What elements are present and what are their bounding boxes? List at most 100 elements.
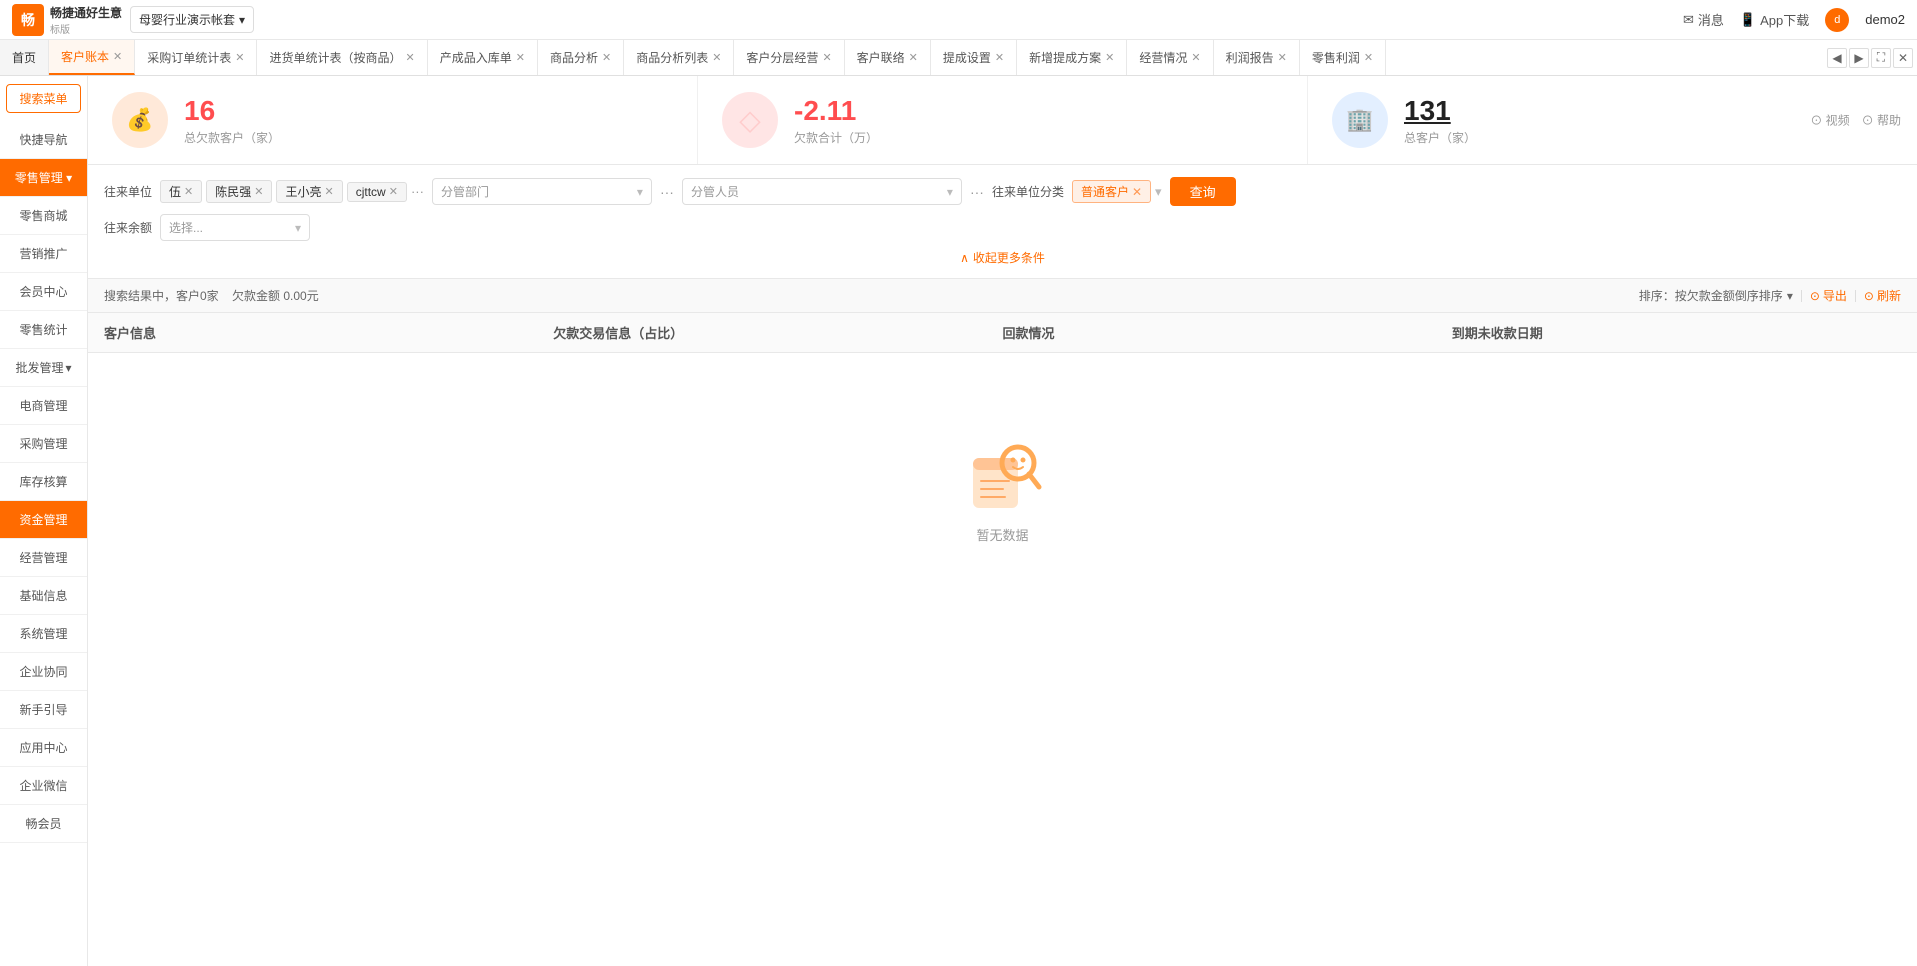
filter-unit-type-arrow[interactable]: ▾ bbox=[1155, 184, 1162, 200]
tab-commission-settings[interactable]: 提成设置 ✕ bbox=[931, 40, 1017, 75]
sidebar-item-marketing[interactable]: 营销推广 bbox=[0, 235, 87, 273]
sidebar-search-button[interactable]: 搜索菜单 bbox=[6, 84, 81, 113]
tab-goods-analysis-list-close[interactable]: ✕ bbox=[712, 51, 721, 64]
tab-close-all-button[interactable]: ✕ bbox=[1893, 48, 1913, 68]
filter-person-dropdown[interactable]: 分管人员 ▾ bbox=[682, 178, 962, 205]
help-link[interactable]: ⊙ 帮助 bbox=[1862, 112, 1901, 129]
filter-tag-cjttcw-close[interactable]: ✕ bbox=[389, 185, 398, 198]
tab-commission-settings-close[interactable]: ✕ bbox=[995, 51, 1004, 64]
sidebar-item-vip[interactable]: 畅会员 bbox=[0, 805, 87, 843]
tab-scroll-right-button[interactable]: ▶ bbox=[1849, 48, 1869, 68]
sidebar-item-retail-management[interactable]: 零售管理 ▾ bbox=[0, 159, 87, 197]
sidebar-item-basic-info[interactable]: 基础信息 bbox=[0, 577, 87, 615]
filter-person-dots[interactable]: ··· bbox=[970, 184, 984, 200]
query-button[interactable]: 查询 bbox=[1170, 177, 1236, 206]
sort-selector[interactable]: 排序：按欠款金额倒序排序 ▾ bbox=[1639, 287, 1793, 304]
tab-customer-tier[interactable]: 客户分层经营 ✕ bbox=[734, 40, 844, 75]
sidebar-item-marketing-label: 营销推广 bbox=[19, 247, 67, 261]
sidebar-item-purchase[interactable]: 采购管理 bbox=[0, 425, 87, 463]
tab-operations[interactable]: 经营情况 ✕ bbox=[1127, 40, 1213, 75]
tab-home[interactable]: 首页 bbox=[0, 40, 49, 75]
filter-tag-wu-close[interactable]: ✕ bbox=[184, 185, 193, 198]
filter-dept-dots[interactable]: ··· bbox=[660, 184, 674, 200]
filter-tag-chen-close[interactable]: ✕ bbox=[254, 185, 263, 198]
export-button[interactable]: ⊙ 导出 bbox=[1810, 287, 1847, 304]
tab-customer-ledger[interactable]: 客户账本 ✕ bbox=[49, 40, 135, 75]
results-customers-text: 搜索结果中，客户0家 bbox=[104, 289, 219, 303]
tab-customer-contact[interactable]: 客户联络 ✕ bbox=[845, 40, 931, 75]
tab-goods-analysis[interactable]: 商品分析 ✕ bbox=[538, 40, 624, 75]
message-icon: ✉ bbox=[1683, 12, 1694, 28]
tab-product-instock-close[interactable]: ✕ bbox=[516, 51, 525, 64]
filter-tag-wang: 王小亮 ✕ bbox=[276, 180, 342, 203]
tab-goods-stats[interactable]: 进货单统计表（按商品） ✕ bbox=[257, 40, 427, 75]
sidebar-item-newbie[interactable]: 新手引导 bbox=[0, 691, 87, 729]
filter-balance-placeholder: 选择... bbox=[169, 219, 203, 236]
sidebar-item-member[interactable]: 会员中心 bbox=[0, 273, 87, 311]
tab-commission-settings-label: 提成设置 bbox=[943, 49, 991, 66]
sidebar-item-quick-nav[interactable]: 快捷导航 bbox=[0, 121, 87, 159]
message-button[interactable]: ✉ 消息 bbox=[1683, 10, 1724, 29]
sidebar-item-ecommerce-label: 电商管理 bbox=[19, 399, 67, 413]
logo-area: 畅 畅捷通好生意 标版 bbox=[12, 4, 122, 36]
sidebar-item-inventory[interactable]: 库存核算 bbox=[0, 463, 87, 501]
tab-customer-contact-label: 客户联络 bbox=[857, 49, 905, 66]
tab-new-commission-close[interactable]: ✕ bbox=[1105, 51, 1114, 64]
store-selector[interactable]: 母婴行业演示帐套 ▾ bbox=[130, 6, 254, 33]
tab-maximize-button[interactable]: ⛶ bbox=[1871, 48, 1891, 68]
sidebar-item-enterprise-wechat[interactable]: 企业微信 bbox=[0, 767, 87, 805]
tab-customer-contact-close[interactable]: ✕ bbox=[909, 51, 918, 64]
tab-customer-ledger-close[interactable]: ✕ bbox=[113, 50, 122, 63]
col-header-customer: 客户信息 bbox=[104, 323, 553, 342]
username[interactable]: demo2 bbox=[1865, 12, 1905, 27]
filter-balance-arrow: ▾ bbox=[295, 221, 301, 235]
filter-tag-common-customer-close[interactable]: ✕ bbox=[1132, 185, 1142, 199]
sidebar-item-app-center[interactable]: 应用中心 bbox=[0, 729, 87, 767]
sidebar-item-operations-mgmt-label: 经营管理 bbox=[19, 551, 67, 565]
sidebar-item-enterprise-collab[interactable]: 企业协同 bbox=[0, 653, 87, 691]
sidebar-item-wholesale[interactable]: 批发管理 ▾ bbox=[0, 349, 87, 387]
stat-icon-total-area: 🏢 bbox=[1332, 92, 1388, 148]
collapse-button[interactable]: ∧ 收起更多条件 bbox=[960, 249, 1045, 266]
filter-tag-wu-label: 伍 bbox=[169, 183, 181, 200]
tab-retail-profit[interactable]: 零售利润 ✕ bbox=[1300, 40, 1386, 75]
tab-new-commission[interactable]: 新增提成方案 ✕ bbox=[1017, 40, 1127, 75]
stat-icon-debt: ◇ bbox=[739, 104, 761, 137]
tab-retail-profit-close[interactable]: ✕ bbox=[1364, 51, 1373, 64]
app-download-button[interactable]: 📱 App下载 bbox=[1740, 10, 1809, 29]
tab-profit-report[interactable]: 利润报告 ✕ bbox=[1214, 40, 1300, 75]
sidebar-item-ecommerce[interactable]: 电商管理 bbox=[0, 387, 87, 425]
sidebar-item-retail-management-label: 零售管理 bbox=[15, 171, 63, 185]
tab-purchase-order[interactable]: 采购订单统计表 ✕ bbox=[135, 40, 257, 75]
filter-tag-wang-close[interactable]: ✕ bbox=[325, 185, 334, 198]
app-icon: 📱 bbox=[1740, 12, 1756, 28]
sidebar-item-retail-mall[interactable]: 零售商城 bbox=[0, 197, 87, 235]
sidebar-item-finance[interactable]: 资金管理 bbox=[0, 501, 87, 539]
tab-purchase-order-close[interactable]: ✕ bbox=[235, 51, 244, 64]
refresh-button[interactable]: ⊙ 刷新 bbox=[1864, 287, 1901, 304]
sidebar-item-operations-mgmt[interactable]: 经营管理 bbox=[0, 539, 87, 577]
data-table: 客户信息 欠款交易信息（占比） 回款情况 到期未收款日期 bbox=[88, 313, 1917, 966]
video-link[interactable]: ⊙ 视频 bbox=[1810, 112, 1849, 129]
tab-scroll-left-button[interactable]: ◀ bbox=[1827, 48, 1847, 68]
export-icon: ⊙ bbox=[1810, 289, 1820, 303]
tab-profit-report-close[interactable]: ✕ bbox=[1278, 51, 1287, 64]
filter-dept-arrow: ▾ bbox=[637, 185, 643, 199]
tab-customer-tier-close[interactable]: ✕ bbox=[822, 51, 831, 64]
tab-goods-stats-close[interactable]: ✕ bbox=[406, 51, 415, 64]
tab-goods-analysis-list[interactable]: 商品分析列表 ✕ bbox=[624, 40, 734, 75]
filter-dept-dropdown[interactable]: 分管部门 ▾ bbox=[432, 178, 652, 205]
tab-product-instock[interactable]: 产成品入库单 ✕ bbox=[428, 40, 538, 75]
refresh-label: 刷新 bbox=[1877, 287, 1901, 304]
filter-balance-dropdown[interactable]: 选择... ▾ bbox=[160, 214, 310, 241]
tab-goods-stats-label: 进货单统计表（按商品） bbox=[269, 49, 401, 66]
store-name: 母婴行业演示帐套 bbox=[139, 11, 235, 28]
sidebar-item-system[interactable]: 系统管理 bbox=[0, 615, 87, 653]
tab-operations-close[interactable]: ✕ bbox=[1191, 51, 1200, 64]
stat-label-total: 总客户（家） bbox=[1404, 129, 1476, 146]
sidebar-item-retail-stats[interactable]: 零售统计 bbox=[0, 311, 87, 349]
sidebar-item-newbie-label: 新手引导 bbox=[19, 703, 67, 717]
empty-state-text: 暂无数据 bbox=[976, 525, 1028, 544]
tab-goods-analysis-close[interactable]: ✕ bbox=[602, 51, 611, 64]
filter-more-dots[interactable]: ··· bbox=[411, 184, 424, 199]
